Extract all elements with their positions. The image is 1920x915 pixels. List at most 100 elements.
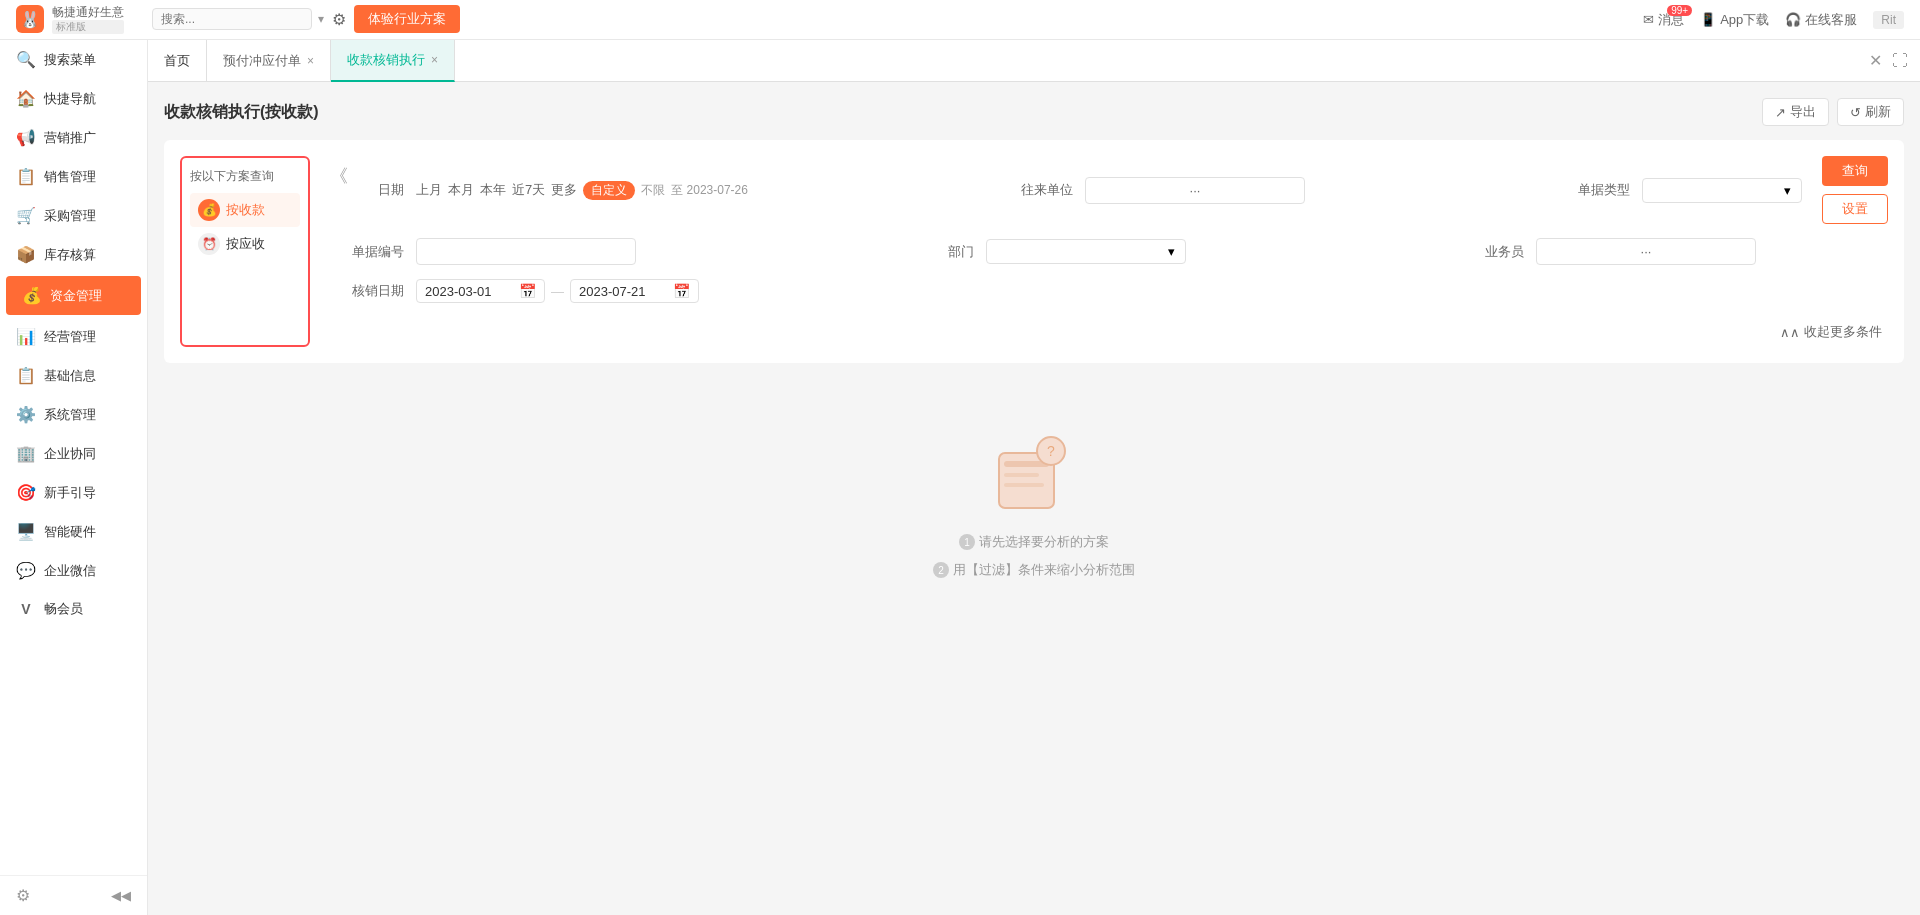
- sales-icon: 📋: [16, 167, 36, 186]
- voucher-no-input[interactable]: [416, 238, 636, 265]
- refresh-label: 刷新: [1865, 103, 1891, 121]
- shortcut-more[interactable]: 更多: [551, 181, 577, 199]
- sidebar-label-purchase: 采购管理: [44, 207, 96, 225]
- filter-option-by-receivable[interactable]: ⏰ 按应收: [190, 227, 300, 261]
- by-receivable-icon: ⏰: [198, 233, 220, 255]
- counterparty-input[interactable]: ···: [1085, 177, 1305, 204]
- date-shortcuts: 上月 本月 本年 近7天 更多 自定义 不限 至 2023-07-26: [416, 181, 748, 200]
- vip-icon: V: [16, 601, 36, 617]
- hint-text-2: 用【过滤】条件来缩小分析范围: [953, 561, 1135, 579]
- sidebar-label-guide: 新手引导: [44, 484, 96, 502]
- tab-prepay[interactable]: 预付冲应付单 ×: [207, 40, 331, 82]
- shortcut-7days[interactable]: 近7天: [512, 181, 545, 199]
- date-no-limit-label: 不限: [641, 182, 665, 199]
- sidebar-label-marketing: 营销推广: [44, 129, 96, 147]
- sidebar-item-search-menu[interactable]: 🔍 搜索菜单: [0, 40, 147, 79]
- sidebar-label-basic-info: 基础信息: [44, 367, 96, 385]
- filter-row-1: 日期 上月 本月 本年 近7天 更多 自定义 不限 至 2023-07-26: [348, 156, 1888, 224]
- tab-maximize-icon[interactable]: ⛶: [1892, 52, 1908, 70]
- hint-num-2: 2: [933, 562, 949, 578]
- by-receipt-label: 按收款: [226, 201, 265, 219]
- shortcut-this-month[interactable]: 本月: [448, 181, 474, 199]
- page-title: 收款核销执行(按收款): [164, 102, 319, 123]
- message-button[interactable]: ✉ 消息 99+: [1643, 11, 1684, 29]
- tab-close-all-icon[interactable]: ✕: [1869, 51, 1882, 70]
- sidebar-label-finance: 资金管理: [50, 287, 102, 305]
- empty-hint-1: 1 请先选择要分析的方案: [959, 533, 1109, 551]
- business-input[interactable]: ···: [1536, 238, 1756, 265]
- svg-rect-3: [1004, 483, 1044, 487]
- sidebar-item-marketing[interactable]: 📢 营销推广: [0, 118, 147, 157]
- sidebar-item-guide[interactable]: 🎯 新手引导: [0, 473, 147, 512]
- refresh-button[interactable]: ↺ 刷新: [1837, 98, 1904, 126]
- tab-collection-exec[interactable]: 收款核销执行 ×: [331, 40, 455, 82]
- hardware-icon: 🖥️: [16, 522, 36, 541]
- tab-collection-exec-close-icon[interactable]: ×: [431, 53, 438, 67]
- sidebar-item-system[interactable]: ⚙️ 系统管理: [0, 395, 147, 434]
- app-download-button[interactable]: 📱 App下载: [1700, 11, 1769, 29]
- query-button[interactable]: 查询: [1822, 156, 1888, 186]
- date-label: 日期: [348, 181, 404, 199]
- voucher-type-select[interactable]: ▾: [1642, 178, 1802, 203]
- plan-button[interactable]: 体验行业方案: [354, 5, 460, 33]
- top-search-input[interactable]: [152, 8, 312, 30]
- counterparty-label: 往来单位: [1017, 181, 1073, 199]
- verify-date-from-input[interactable]: [425, 284, 515, 299]
- verify-date-to-input[interactable]: [579, 284, 669, 299]
- main-layout: 🔍 搜索菜单 🏠 快捷导航 📢 营销推广 📋 销售管理 🛒 采购管理 📦 库存核…: [0, 40, 1920, 915]
- tab-prepay-close-icon[interactable]: ×: [307, 54, 314, 68]
- hint-text-1: 请先选择要分析的方案: [979, 533, 1109, 551]
- app-logo: 🐰: [16, 5, 44, 33]
- shortcut-this-year[interactable]: 本年: [480, 181, 506, 199]
- filter-option-by-receipt[interactable]: 💰 按收款: [190, 193, 300, 227]
- filter-sidebar-title: 按以下方案查询: [190, 168, 300, 185]
- sidebar-item-purchase[interactable]: 🛒 采购管理: [0, 196, 147, 235]
- sidebar-item-sales[interactable]: 📋 销售管理: [0, 157, 147, 196]
- online-service-button[interactable]: 🎧 在线客服: [1785, 11, 1857, 29]
- brand-info: 畅捷通好生意 标准版: [52, 5, 124, 33]
- marketing-icon: 📢: [16, 128, 36, 147]
- empty-state: ? 1 请先选择要分析的方案 2 用【过滤】条件来缩小分析范围: [164, 363, 1904, 639]
- voucher-no-label: 单据编号: [348, 243, 404, 261]
- tab-home[interactable]: 首页: [148, 40, 207, 82]
- settings-button[interactable]: 设置: [1822, 194, 1888, 224]
- sidebar-item-business[interactable]: 📊 经营管理: [0, 317, 147, 356]
- sidebar-item-vip[interactable]: V 畅会员: [0, 590, 147, 628]
- sidebar-label-wechat: 企业微信: [44, 562, 96, 580]
- purchase-icon: 🛒: [16, 206, 36, 225]
- sidebar-item-finance[interactable]: 💰 资金管理: [6, 276, 141, 315]
- quick-nav-icon: 🏠: [16, 89, 36, 108]
- sidebar-label-search-menu: 搜索菜单: [44, 51, 96, 69]
- sidebar-item-wechat[interactable]: 💬 企业微信: [0, 551, 147, 590]
- filter-form: 日期 上月 本月 本年 近7天 更多 自定义 不限 至 2023-07-26: [348, 156, 1888, 347]
- settings-gear-icon[interactable]: ⚙: [332, 10, 346, 29]
- shortcut-custom[interactable]: 自定义: [583, 181, 635, 200]
- dept-select[interactable]: ▾: [986, 239, 1186, 264]
- filter-collapse-icon[interactable]: 《: [330, 164, 348, 188]
- sidebar-item-basic-info[interactable]: 📋 基础信息: [0, 356, 147, 395]
- empty-illustration: ?: [984, 423, 1084, 523]
- export-button[interactable]: ↗ 导出: [1762, 98, 1829, 126]
- verify-date-to-wrap: 📅: [570, 279, 699, 303]
- collapse-more-button[interactable]: ∧∧ 收起更多条件: [1774, 317, 1888, 347]
- username-display: Rit: [1873, 11, 1904, 29]
- page-header: 收款核销执行(按收款) ↗ 导出 ↺ 刷新: [164, 98, 1904, 126]
- shortcut-last-month[interactable]: 上月: [416, 181, 442, 199]
- sidebar-collapse-button[interactable]: ◀◀: [111, 888, 131, 903]
- export-icon: ↗: [1775, 105, 1786, 120]
- right-actions: 查询 设置: [1822, 156, 1888, 224]
- sidebar-label-system: 系统管理: [44, 406, 96, 424]
- sidebar-item-inventory[interactable]: 📦 库存核算: [0, 235, 147, 274]
- collapse-icon: ∧∧: [1780, 325, 1800, 340]
- sidebar-item-enterprise[interactable]: 🏢 企业协同: [0, 434, 147, 473]
- verify-date-from-calendar-icon[interactable]: 📅: [519, 283, 536, 299]
- sidebar-item-hardware[interactable]: 🖥️ 智能硬件: [0, 512, 147, 551]
- message-icon: ✉: [1643, 12, 1654, 27]
- voucher-type-label: 单据类型: [1574, 181, 1630, 199]
- filter-row-3: 核销日期 📅 — 📅: [348, 279, 1888, 303]
- sidebar-settings-icon[interactable]: ⚙: [16, 886, 30, 905]
- tab-collection-exec-label: 收款核销执行: [347, 51, 425, 69]
- verify-date-to-calendar-icon[interactable]: 📅: [673, 283, 690, 299]
- refresh-icon: ↺: [1850, 105, 1861, 120]
- sidebar-item-quick-nav[interactable]: 🏠 快捷导航: [0, 79, 147, 118]
